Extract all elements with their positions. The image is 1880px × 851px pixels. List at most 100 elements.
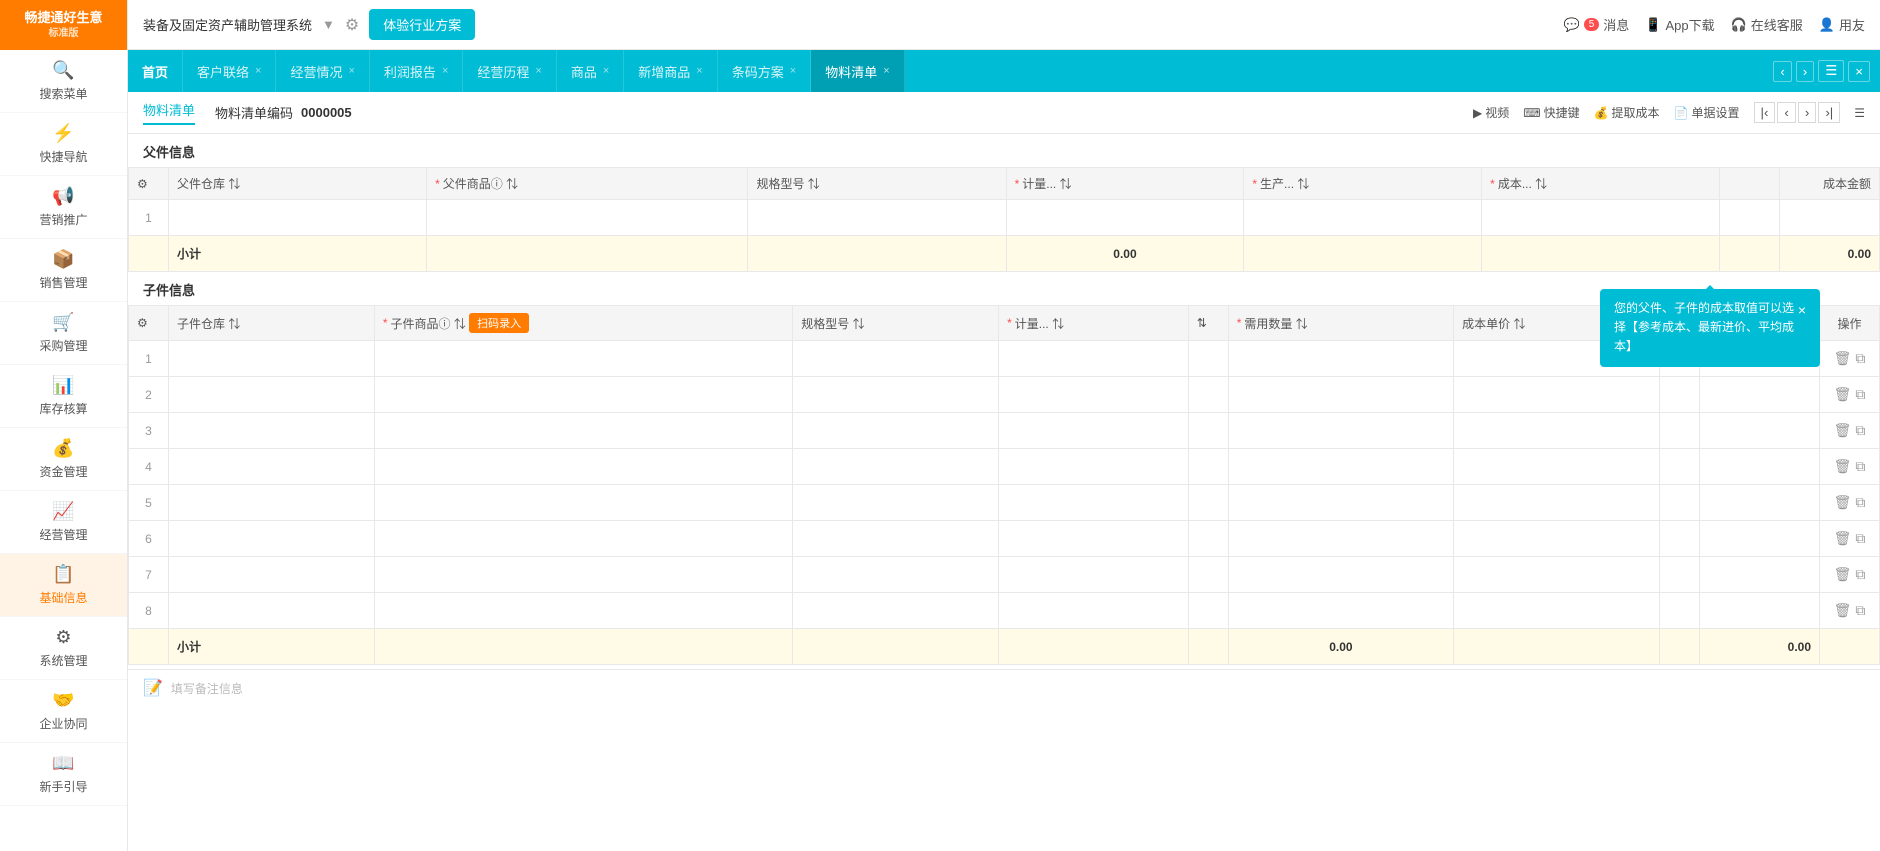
trial-button[interactable]: 体验行业方案 bbox=[369, 9, 475, 40]
child-row-1-unit[interactable] bbox=[999, 341, 1189, 377]
parent-row-1-cost[interactable] bbox=[1482, 200, 1720, 236]
child-row-8-delete-btn[interactable]: 🗑 bbox=[1834, 602, 1852, 619]
child-row-6-warehouse[interactable] bbox=[169, 521, 375, 557]
child-row-2-warehouse[interactable] bbox=[169, 377, 375, 413]
parent-row-1-warehouse[interactable] bbox=[169, 200, 427, 236]
child-row-6-delete-btn[interactable]: 🗑 bbox=[1834, 530, 1852, 547]
view-toggle-icon[interactable]: ☰ bbox=[1854, 106, 1865, 120]
page-first[interactable]: |‹ bbox=[1754, 102, 1776, 123]
child-row-8-spec[interactable] bbox=[793, 593, 999, 629]
child-row-4-qty[interactable] bbox=[1228, 449, 1453, 485]
child-row-6-spec[interactable] bbox=[793, 521, 999, 557]
child-row-3-copy-btn[interactable]: ⧉ bbox=[1855, 422, 1865, 439]
child-row-6-unit[interactable] bbox=[999, 521, 1189, 557]
sub-tab-bom[interactable]: 物料清单 bbox=[143, 100, 195, 125]
tab-profit-close[interactable]: × bbox=[442, 65, 448, 77]
child-row-6-goods[interactable] bbox=[374, 521, 792, 557]
sys-dropdown-icon[interactable]: ▼ bbox=[322, 17, 335, 32]
action-shortcut[interactable]: ⌨ 快捷键 bbox=[1523, 104, 1579, 121]
tab-close-btn[interactable]: × bbox=[1848, 61, 1870, 82]
child-row-8-warehouse[interactable] bbox=[169, 593, 375, 629]
tab-history-close[interactable]: × bbox=[535, 65, 541, 77]
child-row-7-delete-btn[interactable]: 🗑 bbox=[1834, 566, 1852, 583]
online-service-item[interactable]: 🎧 在线客服 bbox=[1731, 15, 1803, 34]
child-row-1-delete-btn[interactable]: 🗑 bbox=[1834, 350, 1852, 367]
child-row-5-copy-btn[interactable]: ⧉ bbox=[1855, 494, 1865, 511]
action-cost[interactable]: 💰 提取成本 bbox=[1594, 104, 1660, 121]
child-row-3-spec[interactable] bbox=[793, 413, 999, 449]
tab-new-goods[interactable]: 新增商品 × bbox=[624, 50, 717, 92]
page-last[interactable]: ›| bbox=[1818, 102, 1840, 123]
sidebar-item-inventory[interactable]: 📊 库存核算 bbox=[0, 365, 127, 428]
child-row-3-goods[interactable] bbox=[374, 413, 792, 449]
sidebar-item-basic[interactable]: 📋 基础信息 bbox=[0, 554, 127, 617]
child-row-2-delete-btn[interactable]: 🗑 bbox=[1834, 386, 1852, 403]
tab-bom-close[interactable]: × bbox=[883, 65, 889, 77]
tab-customer-close[interactable]: × bbox=[255, 65, 261, 77]
child-row-3-qty[interactable] bbox=[1228, 413, 1453, 449]
child-row-5-qty[interactable] bbox=[1228, 485, 1453, 521]
child-row-6-copy-btn[interactable]: ⧉ bbox=[1855, 530, 1865, 547]
child-row-2-spec[interactable] bbox=[793, 377, 999, 413]
tab-goods-close[interactable]: × bbox=[603, 65, 609, 77]
child-row-1-qty[interactable] bbox=[1228, 341, 1453, 377]
gear-icon[interactable]: ⚙ bbox=[345, 15, 359, 35]
sidebar-item-finance[interactable]: 💰 资金管理 bbox=[0, 428, 127, 491]
child-row-7-qty[interactable] bbox=[1228, 557, 1453, 593]
child-row-4-delete-btn[interactable]: 🗑 bbox=[1834, 458, 1852, 475]
tab-bom[interactable]: 物料清单 × bbox=[811, 50, 904, 92]
child-row-6-qty[interactable] bbox=[1228, 521, 1453, 557]
child-row-5-delete-btn[interactable]: 🗑 bbox=[1834, 494, 1852, 511]
tab-operation[interactable]: 经营情况 × bbox=[276, 50, 369, 92]
page-next[interactable]: › bbox=[1798, 102, 1816, 123]
child-row-8-goods[interactable] bbox=[374, 593, 792, 629]
parent-row-1-spec[interactable] bbox=[748, 200, 1006, 236]
sidebar-item-guide[interactable]: 📖 新手引导 bbox=[0, 743, 127, 806]
child-row-5-spec[interactable] bbox=[793, 485, 999, 521]
child-row-8-copy-btn[interactable]: ⧉ bbox=[1855, 602, 1865, 619]
tab-operation-close[interactable]: × bbox=[348, 65, 354, 77]
tab-profit[interactable]: 利润报告 × bbox=[370, 50, 463, 92]
child-row-5-unit-price[interactable] bbox=[1454, 485, 1660, 521]
child-row-7-copy-btn[interactable]: ⧉ bbox=[1855, 566, 1865, 583]
sidebar-item-search[interactable]: 🔍 搜索菜单 bbox=[0, 50, 127, 113]
child-row-1-warehouse[interactable] bbox=[169, 341, 375, 377]
child-row-8-unit[interactable] bbox=[999, 593, 1189, 629]
tab-barcode[interactable]: 条码方案 × bbox=[718, 50, 811, 92]
child-row-5-goods[interactable] bbox=[374, 485, 792, 521]
sidebar-item-quick-nav[interactable]: ⚡ 快捷导航 bbox=[0, 113, 127, 176]
app-download-item[interactable]: 📱 App下载 bbox=[1645, 15, 1714, 34]
child-row-7-warehouse[interactable] bbox=[169, 557, 375, 593]
child-row-2-unit-price[interactable] bbox=[1454, 377, 1660, 413]
parent-row-1-prod[interactable] bbox=[1244, 200, 1482, 236]
tab-barcode-close[interactable]: × bbox=[790, 65, 796, 77]
sidebar-item-operation[interactable]: 📈 经营管理 bbox=[0, 491, 127, 554]
action-doc-settings[interactable]: 📄 单据设置 bbox=[1674, 104, 1740, 121]
child-row-2-copy-btn[interactable]: ⧉ bbox=[1855, 386, 1865, 403]
action-video[interactable]: ▶ 视频 bbox=[1473, 104, 1509, 121]
child-row-3-unit-price[interactable] bbox=[1454, 413, 1660, 449]
message-item[interactable]: 💬 5 消息 bbox=[1564, 15, 1630, 34]
tab-nav-left[interactable]: ‹ bbox=[1773, 61, 1791, 82]
child-row-7-goods[interactable] bbox=[374, 557, 792, 593]
parent-row-1-unit[interactable] bbox=[1006, 200, 1244, 236]
scan-input-btn[interactable]: 扫码录入 bbox=[469, 313, 529, 333]
child-row-4-unit-price[interactable] bbox=[1454, 449, 1660, 485]
child-row-2-goods[interactable] bbox=[374, 377, 792, 413]
tab-customer[interactable]: 客户联络 × bbox=[183, 50, 276, 92]
child-row-7-unit-price[interactable] bbox=[1454, 557, 1660, 593]
sidebar-item-marketing[interactable]: 📢 营销推广 bbox=[0, 176, 127, 239]
child-row-4-warehouse[interactable] bbox=[169, 449, 375, 485]
child-row-8-unit-price[interactable] bbox=[1454, 593, 1660, 629]
child-row-6-unit-price[interactable] bbox=[1454, 521, 1660, 557]
child-row-5-warehouse[interactable] bbox=[169, 485, 375, 521]
parent-col-gear[interactable]: ⚙ bbox=[129, 168, 169, 200]
user-item[interactable]: 👤 用友 bbox=[1819, 15, 1865, 34]
child-col-gear[interactable]: ⚙ bbox=[129, 306, 169, 341]
child-row-2-qty[interactable] bbox=[1228, 377, 1453, 413]
sidebar-item-system[interactable]: ⚙ 系统管理 bbox=[0, 617, 127, 680]
tab-new-goods-close[interactable]: × bbox=[696, 65, 702, 77]
parent-row-1-goods[interactable] bbox=[427, 200, 748, 236]
sidebar-item-enterprise[interactable]: 🤝 企业协同 bbox=[0, 680, 127, 743]
child-row-4-copy-btn[interactable]: ⧉ bbox=[1855, 458, 1865, 475]
